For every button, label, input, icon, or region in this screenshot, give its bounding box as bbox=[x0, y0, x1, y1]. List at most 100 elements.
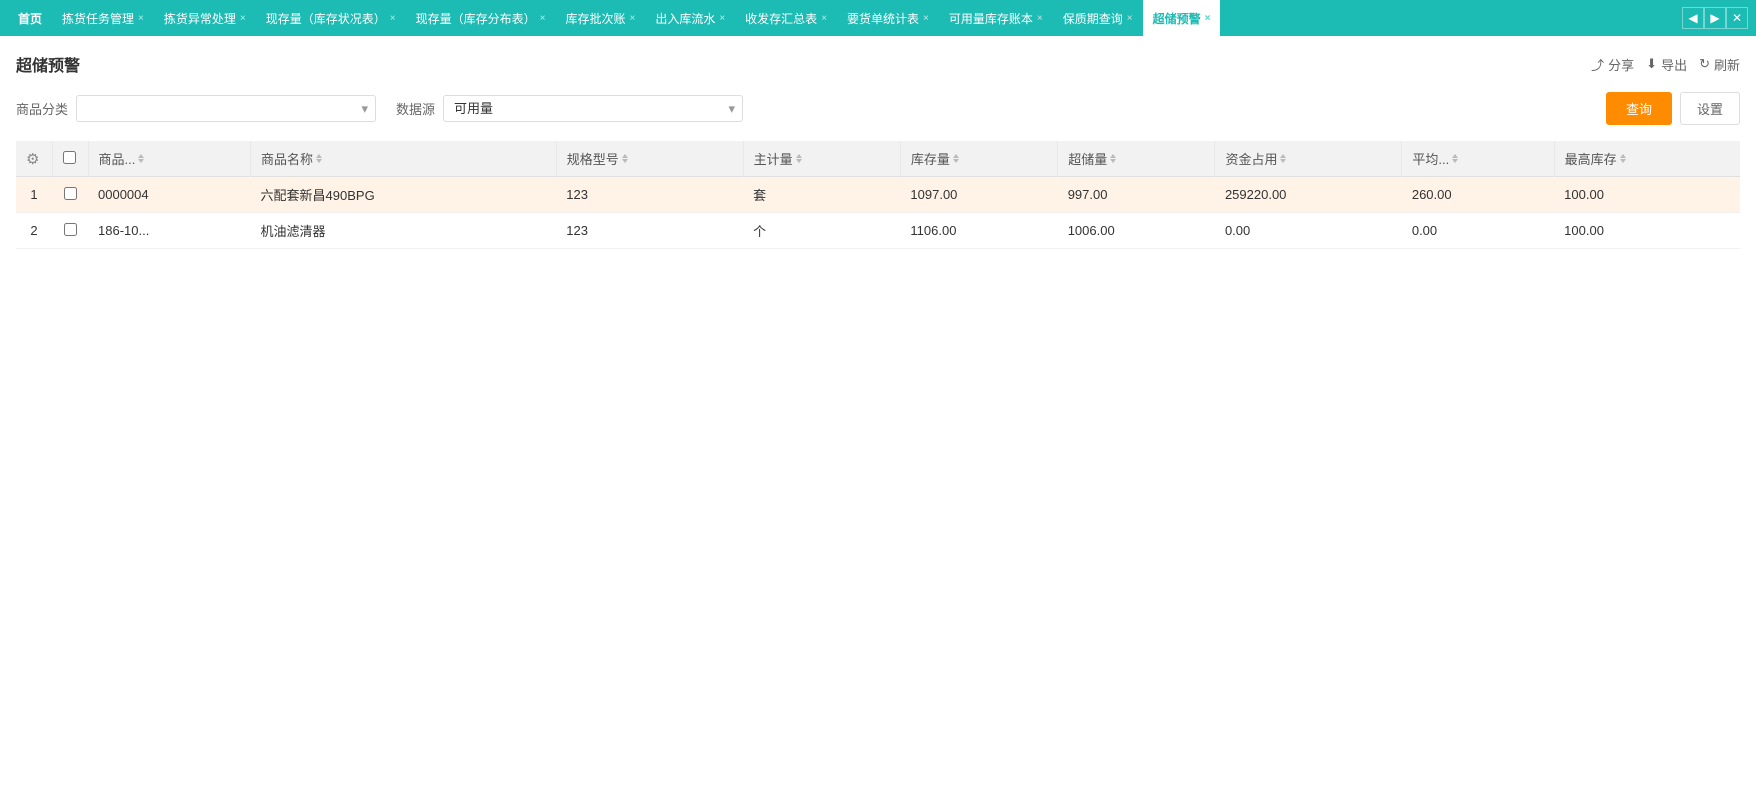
row-spec-2: 123 bbox=[556, 213, 743, 249]
close-inout-flow[interactable]: × bbox=[719, 13, 725, 24]
settings-button[interactable]: 设置 bbox=[1680, 92, 1740, 125]
sort-icon-product-name bbox=[316, 154, 322, 163]
nav-inout-flow[interactable]: 出入库流水 × bbox=[645, 0, 735, 36]
close-collect[interactable]: × bbox=[821, 13, 827, 24]
nav-inventory-dist[interactable]: 现存量（库存分布表） × bbox=[406, 0, 556, 36]
table-header: ⚙ 商品... 商品名称 bbox=[16, 141, 1740, 177]
row-num-2: 2 bbox=[16, 213, 52, 249]
sort-overstock[interactable]: 超储量 bbox=[1068, 149, 1116, 168]
row-avg-2: 0.00 bbox=[1402, 213, 1554, 249]
close-quality[interactable]: × bbox=[1127, 13, 1133, 24]
nav-left-btn[interactable]: ◀ bbox=[1682, 7, 1704, 29]
col-capital[interactable]: 资金占用 bbox=[1215, 141, 1402, 177]
row-overstock-1: 997.00 bbox=[1058, 177, 1215, 213]
table-row: 2 186-10... 机油滤清器 123 个 1106.00 1006.00 … bbox=[16, 213, 1740, 249]
sort-icon-inventory bbox=[953, 154, 959, 163]
nav-arrows: ◀ ▶ ✕ bbox=[1682, 7, 1748, 29]
close-order-stats[interactable]: × bbox=[923, 13, 929, 24]
category-select[interactable] bbox=[76, 95, 376, 122]
sort-icon-spec bbox=[622, 154, 628, 163]
sort-product-code[interactable]: 商品... bbox=[99, 149, 145, 168]
sort-unit[interactable]: 主计量 bbox=[754, 149, 802, 168]
datasource-select-wrap: 可用量 库存量 bbox=[443, 95, 743, 122]
close-batch[interactable]: × bbox=[629, 13, 635, 24]
sort-product-name[interactable]: 商品名称 bbox=[261, 149, 322, 168]
sort-icon-avg bbox=[1452, 154, 1458, 163]
category-select-wrap bbox=[76, 95, 376, 122]
page-header: 超储预警 ⤴ 分享 ⬇ 导出 ↻ 刷新 bbox=[16, 52, 1740, 76]
page-title: 超储预警 bbox=[16, 52, 80, 76]
row-inventory-1: 1097.00 bbox=[900, 177, 1057, 213]
nav-right-btn[interactable]: ▶ bbox=[1704, 7, 1726, 29]
top-navigation: 首页 拣货任务管理 × 拣货异常处理 × 现存量（库存状况表） × 现存量（库存… bbox=[0, 0, 1756, 36]
refresh-button[interactable]: ↻ 刷新 bbox=[1699, 55, 1740, 74]
row-select-1[interactable] bbox=[64, 187, 77, 200]
select-all-checkbox[interactable] bbox=[63, 151, 76, 164]
row-capital-1: 259220.00 bbox=[1215, 177, 1402, 213]
row-max-stock-1: 100.00 bbox=[1554, 177, 1740, 213]
close-inventory-status[interactable]: × bbox=[390, 13, 396, 24]
col-max-stock[interactable]: 最高库存 bbox=[1554, 141, 1740, 177]
nav-quality[interactable]: 保质期查询 × bbox=[1053, 0, 1143, 36]
col-spec[interactable]: 规格型号 bbox=[556, 141, 743, 177]
col-product-name[interactable]: 商品名称 bbox=[251, 141, 557, 177]
close-inventory-dist[interactable]: × bbox=[540, 13, 546, 24]
table-body: 1 0000004 六配套新昌490BPG 123 套 1097.00 997.… bbox=[16, 177, 1740, 249]
col-avg[interactable]: 平均... bbox=[1402, 141, 1554, 177]
row-overstock-2: 1006.00 bbox=[1058, 213, 1215, 249]
sort-icon-overstock bbox=[1110, 154, 1116, 163]
col-inventory[interactable]: 库存量 bbox=[900, 141, 1057, 177]
close-overstock[interactable]: × bbox=[1205, 13, 1211, 24]
sort-icon-capital bbox=[1280, 154, 1286, 163]
col-checkbox bbox=[52, 141, 88, 177]
col-unit[interactable]: 主计量 bbox=[743, 141, 900, 177]
nav-home[interactable]: 首页 bbox=[8, 0, 52, 36]
export-icon: ⬇ bbox=[1646, 56, 1657, 72]
nav-collect[interactable]: 收发存汇总表 × bbox=[735, 0, 837, 36]
col-product-code[interactable]: 商品... bbox=[88, 141, 251, 177]
datasource-filter: 数据源 可用量 库存量 bbox=[396, 95, 743, 122]
table-row: 1 0000004 六配套新昌490BPG 123 套 1097.00 997.… bbox=[16, 177, 1740, 213]
row-max-stock-2: 100.00 bbox=[1554, 213, 1740, 249]
row-product-code-1: 0000004 bbox=[88, 177, 251, 213]
sort-spec[interactable]: 规格型号 bbox=[567, 149, 628, 168]
row-avg-1: 260.00 bbox=[1402, 177, 1554, 213]
nav-batch[interactable]: 库存批次账 × bbox=[555, 0, 645, 36]
nav-order-stats[interactable]: 要货单统计表 × bbox=[837, 0, 939, 36]
sort-icon-unit bbox=[796, 154, 802, 163]
nav-exception[interactable]: 拣货异常处理 × bbox=[154, 0, 256, 36]
page-content: 超储预警 ⤴ 分享 ⬇ 导出 ↻ 刷新 商品分类 bbox=[0, 36, 1756, 800]
row-select-2[interactable] bbox=[64, 223, 77, 236]
nav-overstock[interactable]: 超储预警 × bbox=[1143, 0, 1221, 36]
datasource-select[interactable]: 可用量 库存量 bbox=[443, 95, 743, 122]
refresh-icon: ↻ bbox=[1699, 56, 1710, 72]
close-exception[interactable]: × bbox=[240, 13, 246, 24]
row-unit-1: 套 bbox=[743, 177, 900, 213]
sort-capital[interactable]: 资金占用 bbox=[1225, 149, 1286, 168]
sort-inventory[interactable]: 库存量 bbox=[911, 149, 959, 168]
sort-icon-max-stock bbox=[1620, 154, 1626, 163]
nav-close-btn[interactable]: ✕ bbox=[1726, 7, 1748, 29]
close-available[interactable]: × bbox=[1037, 13, 1043, 24]
share-button[interactable]: ⤴ 分享 bbox=[1591, 55, 1634, 74]
header-actions: ⤴ 分享 ⬇ 导出 ↻ 刷新 bbox=[1591, 55, 1740, 74]
gear-icon[interactable]: ⚙ bbox=[26, 151, 39, 168]
row-unit-2: 个 bbox=[743, 213, 900, 249]
row-product-name-2: 机油滤清器 bbox=[251, 213, 557, 249]
export-button[interactable]: ⬇ 导出 bbox=[1646, 55, 1687, 74]
row-num-1: 1 bbox=[16, 177, 52, 213]
header-row: ⚙ 商品... 商品名称 bbox=[16, 141, 1740, 177]
sort-avg[interactable]: 平均... bbox=[1412, 149, 1458, 168]
category-label: 商品分类 bbox=[16, 99, 68, 118]
datasource-label: 数据源 bbox=[396, 99, 435, 118]
sort-icon-product-code bbox=[138, 154, 144, 163]
col-overstock[interactable]: 超储量 bbox=[1058, 141, 1215, 177]
sort-max-stock[interactable]: 最高库存 bbox=[1565, 149, 1626, 168]
nav-task-mgmt[interactable]: 拣货任务管理 × bbox=[52, 0, 154, 36]
row-capital-2: 0.00 bbox=[1215, 213, 1402, 249]
nav-inventory-status[interactable]: 现存量（库存状况表） × bbox=[256, 0, 406, 36]
nav-available[interactable]: 可用量库存账本 × bbox=[939, 0, 1053, 36]
close-task-mgmt[interactable]: × bbox=[138, 13, 144, 24]
query-button[interactable]: 查询 bbox=[1606, 92, 1672, 125]
row-product-code-2: 186-10... bbox=[88, 213, 251, 249]
